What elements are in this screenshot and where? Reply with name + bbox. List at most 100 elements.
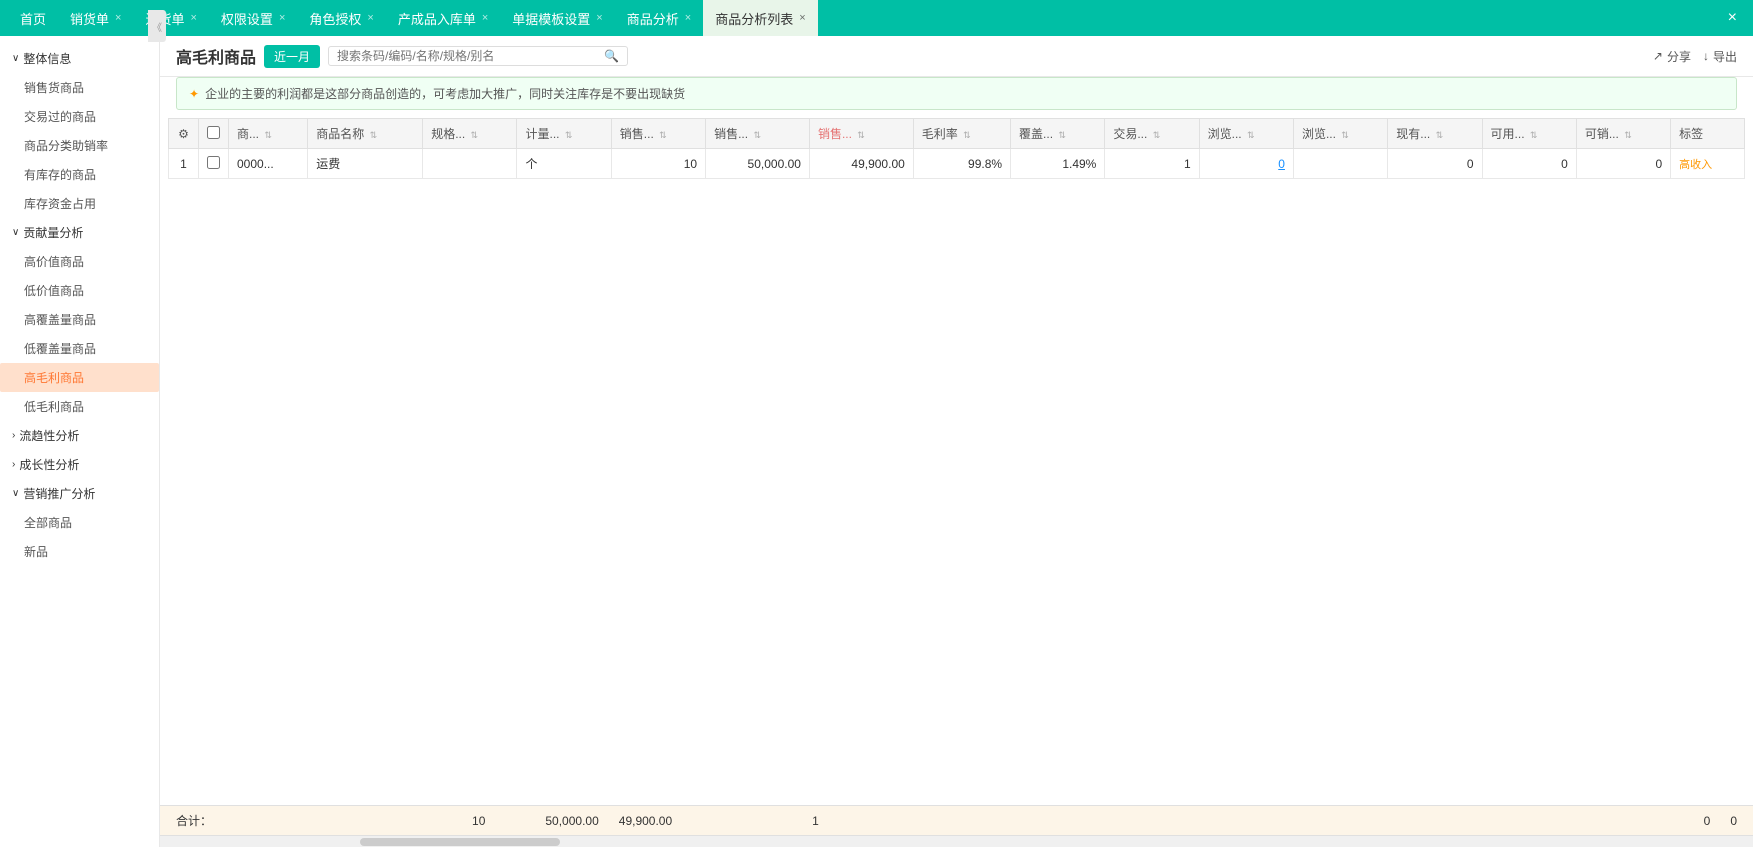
sidebar-collapse-btn[interactable]: 《 xyxy=(148,10,166,42)
sidebar-item-high-margin[interactable]: 高毛利商品 xyxy=(0,363,159,392)
row-check[interactable] xyxy=(207,156,220,169)
th-browse1[interactable]: 浏览... ⇅ xyxy=(1199,119,1293,149)
nav-purchase-order[interactable]: 进货单 × xyxy=(133,0,208,36)
footer-sales1: 10 xyxy=(472,814,485,828)
th-coverage[interactable]: 覆盖... ⇅ xyxy=(1011,119,1105,149)
th-checkbox[interactable] xyxy=(199,119,229,149)
sidebar-item-stock-capital[interactable]: 库存资金占用 xyxy=(0,189,159,218)
sidebar-item-low-margin[interactable]: 低毛利商品 xyxy=(0,392,159,421)
close-purchase-order[interactable]: × xyxy=(190,12,196,24)
export-icon: ↓ xyxy=(1703,49,1709,63)
sidebar-group-marketing[interactable]: ∨ 营销推广分析 xyxy=(0,479,159,508)
row-spec xyxy=(423,149,517,179)
sidebar-item-traded-goods[interactable]: 交易过的商品 xyxy=(0,102,159,131)
th-sales2[interactable]: 销售... ⇅ xyxy=(706,119,810,149)
footer-available: 0 xyxy=(1704,814,1711,828)
content-header: 高毛利商品 近一月 🔍 ↗ 分享 ↓ 导出 xyxy=(160,36,1753,77)
sidebar-item-new-products[interactable]: 新品 xyxy=(0,537,159,566)
filter-recent-btn[interactable]: 近一月 xyxy=(264,45,320,68)
nav-product-analysis[interactable]: 商品分析 × xyxy=(615,0,703,36)
th-sales3[interactable]: 销售... ⇅ xyxy=(809,119,913,149)
footer-saleable: 0 xyxy=(1730,814,1737,828)
sidebar-item-category-rate[interactable]: 商品分类助销率 xyxy=(0,131,159,160)
sidebar-group-contribution[interactable]: ∨ 贡献量分析 xyxy=(0,218,159,247)
row-transactions: 1 xyxy=(1105,149,1199,179)
table-row: 1 0000... 运费 个 10 50,000.00 49,900.00 99… xyxy=(169,149,1745,179)
row-sales1: 10 xyxy=(611,149,705,179)
scrollbar-thumb[interactable] xyxy=(360,838,560,846)
th-sales1[interactable]: 销售... ⇅ xyxy=(611,119,705,149)
share-icon: ↗ xyxy=(1653,49,1663,63)
nav-role-auth[interactable]: 角色授权 × xyxy=(297,0,385,36)
sort-icon-transactions: ⇅ xyxy=(1153,130,1161,140)
nav-permission-settings[interactable]: 权限设置 × xyxy=(209,0,297,36)
search-icon[interactable]: 🔍 xyxy=(604,49,619,63)
th-unit[interactable]: 计量... ⇅ xyxy=(517,119,611,149)
table-container[interactable]: ⚙ 商... ⇅ 商品名称 ⇅ xyxy=(160,118,1753,805)
nav-template-settings[interactable]: 单据模板设置 × xyxy=(500,0,614,36)
select-all-checkbox[interactable] xyxy=(207,126,220,139)
arrow-contribution: ∨ xyxy=(12,227,19,238)
search-wrap: 🔍 xyxy=(328,46,628,66)
row-unit: 个 xyxy=(517,149,611,179)
th-settings[interactable]: ⚙ xyxy=(169,119,199,149)
sidebar-group-growth[interactable]: › 成长性分析 xyxy=(0,450,159,479)
th-tag[interactable]: 标签 xyxy=(1671,119,1745,149)
row-checkbox[interactable] xyxy=(199,149,229,179)
nav-sales-order[interactable]: 销货单 × xyxy=(58,0,133,36)
close-permission[interactable]: × xyxy=(279,12,285,24)
page-title: 高毛利商品 xyxy=(176,44,256,68)
close-template[interactable]: × xyxy=(596,12,602,24)
sort-icon-sales3: ⇅ xyxy=(857,130,865,140)
close-product-analysis[interactable]: × xyxy=(685,12,691,24)
close-all-tabs[interactable]: × xyxy=(1728,9,1745,27)
th-spec[interactable]: 规格... ⇅ xyxy=(423,119,517,149)
sort-icon-browse2: ⇅ xyxy=(1341,130,1349,140)
sidebar-group-overview[interactable]: ∨ 整体信息 xyxy=(0,44,159,73)
sort-icon-sales2: ⇅ xyxy=(753,130,761,140)
sidebar-item-all-products[interactable]: 全部商品 xyxy=(0,508,159,537)
top-nav: 首页 销货单 × 进货单 × 权限设置 × 角色授权 × 产成品入库单 × 单据… xyxy=(0,0,1753,36)
th-available[interactable]: 可用... ⇅ xyxy=(1482,119,1576,149)
th-code[interactable]: 商... ⇅ xyxy=(229,119,308,149)
close-product-analysis-list[interactable]: × xyxy=(799,12,805,24)
row-sales2: 50,000.00 xyxy=(706,149,810,179)
close-sales-order[interactable]: × xyxy=(115,12,121,24)
sidebar-item-high-coverage[interactable]: 高覆盖量商品 xyxy=(0,305,159,334)
th-saleable[interactable]: 可销... ⇅ xyxy=(1576,119,1670,149)
row-name: 运费 xyxy=(308,149,423,179)
close-finished-goods[interactable]: × xyxy=(482,12,488,24)
share-btn[interactable]: ↗ 分享 xyxy=(1653,48,1691,65)
product-table: ⚙ 商... ⇅ 商品名称 ⇅ xyxy=(168,118,1745,179)
arrow-growth: › xyxy=(12,459,15,470)
footer-sales3: 49,900.00 xyxy=(619,814,672,828)
sidebar-item-low-value[interactable]: 低价值商品 xyxy=(0,276,159,305)
th-gross-rate[interactable]: 毛利率 ⇅ xyxy=(913,119,1010,149)
sort-icon-saleable: ⇅ xyxy=(1624,130,1632,140)
horizontal-scrollbar[interactable] xyxy=(160,835,1753,847)
sidebar-item-in-stock-goods[interactable]: 有库存的商品 xyxy=(0,160,159,189)
th-name[interactable]: 商品名称 ⇅ xyxy=(308,119,423,149)
sidebar-item-low-coverage[interactable]: 低覆盖量商品 xyxy=(0,334,159,363)
row-tag: 高收入 xyxy=(1671,149,1745,179)
close-role[interactable]: × xyxy=(367,12,373,24)
info-bar: ✦ 企业的主要的利润都是这部分商品创造的，可考虑加大推广，同时关注库存是不要出现… xyxy=(176,77,1737,110)
footer-transactions: 1 xyxy=(812,814,819,828)
sidebar-item-high-value[interactable]: 高价值商品 xyxy=(0,247,159,276)
sort-icon-coverage: ⇅ xyxy=(1058,130,1066,140)
nav-finished-goods[interactable]: 产成品入库单 × xyxy=(386,0,500,36)
sort-icon-available: ⇅ xyxy=(1530,130,1538,140)
th-browse2[interactable]: 浏览... ⇅ xyxy=(1293,119,1387,149)
row-browse2 xyxy=(1293,149,1387,179)
nav-home[interactable]: 首页 xyxy=(8,0,58,36)
sidebar: ∨ 整体信息 销售货商品 交易过的商品 商品分类助销率 有库存的商品 库存资金占… xyxy=(0,36,160,847)
nav-product-analysis-list[interactable]: 商品分析列表 × xyxy=(703,0,817,36)
th-current[interactable]: 现有... ⇅ xyxy=(1388,119,1482,149)
search-input[interactable] xyxy=(337,49,604,63)
row-browse1[interactable]: 0 xyxy=(1199,149,1293,179)
th-transactions[interactable]: 交易... ⇅ xyxy=(1105,119,1199,149)
row-index: 1 xyxy=(169,149,199,179)
sidebar-group-trend[interactable]: › 流趋性分析 xyxy=(0,421,159,450)
export-btn[interactable]: ↓ 导出 xyxy=(1703,48,1737,65)
sidebar-item-sales-goods[interactable]: 销售货商品 xyxy=(0,73,159,102)
